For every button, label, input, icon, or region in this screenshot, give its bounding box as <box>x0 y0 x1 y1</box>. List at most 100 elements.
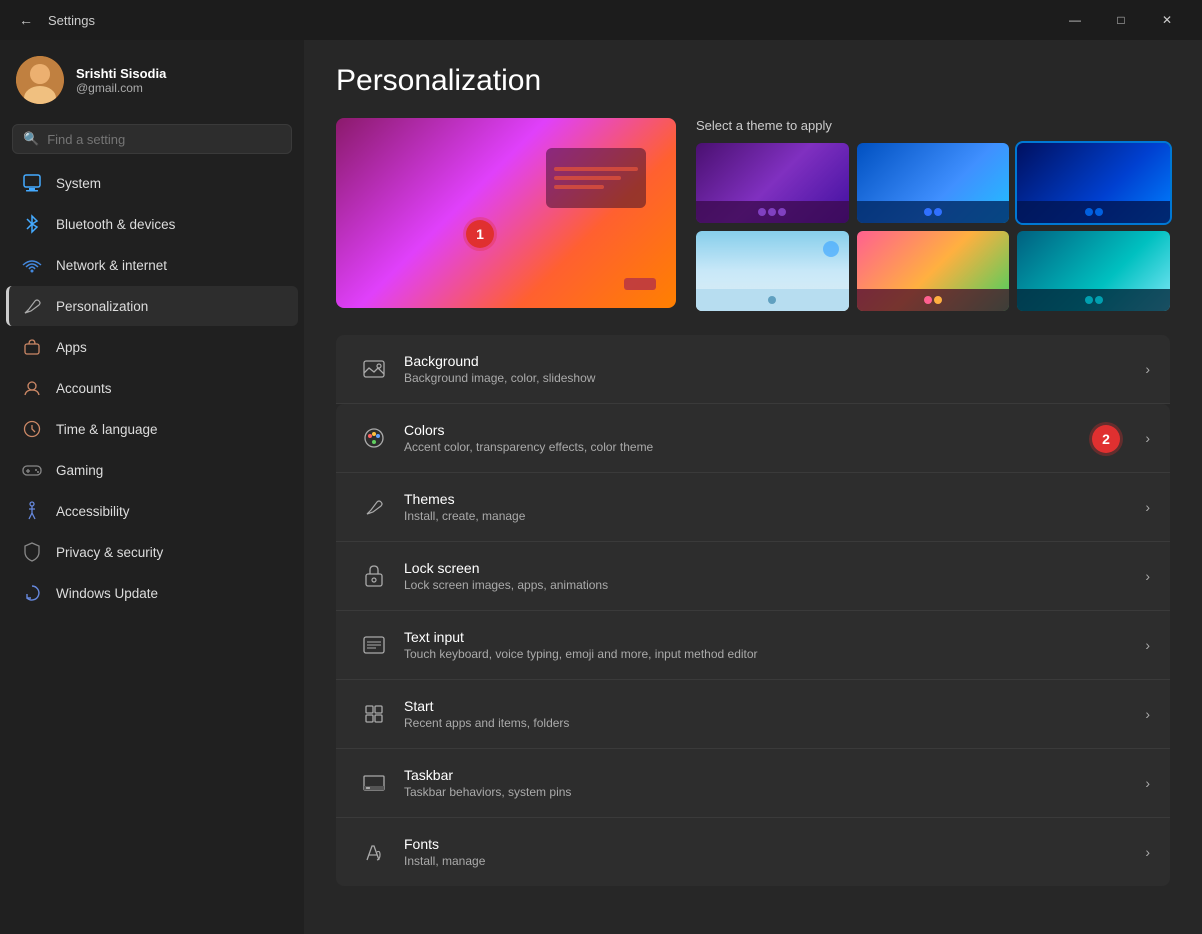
sidebar-item-label-time: Time & language <box>56 422 158 437</box>
text-input-text: Text input Touch keyboard, voice typing,… <box>404 629 1145 661</box>
sidebar-item-label-privacy: Privacy & security <box>56 545 163 560</box>
sidebar-item-personalization[interactable]: Personalization <box>6 286 298 326</box>
themes-title: Themes <box>404 491 1145 507</box>
theme-thumb-5[interactable] <box>857 231 1010 311</box>
theme-grid <box>696 143 1170 311</box>
time-icon <box>22 419 42 439</box>
theme-thumb-6[interactable] <box>1017 231 1170 311</box>
sidebar-item-accounts[interactable]: Accounts <box>6 368 298 408</box>
sidebar-item-label-network: Network & internet <box>56 258 167 273</box>
start-text: Start Recent apps and items, folders <box>404 698 1145 730</box>
background-text: Background Background image, color, slid… <box>404 353 1145 385</box>
sidebar-item-bluetooth[interactable]: Bluetooth & devices <box>6 204 298 244</box>
text-input-title: Text input <box>404 629 1145 645</box>
content-area: Personalization 1 Sele <box>304 40 1202 934</box>
start-icon <box>356 696 392 732</box>
sidebar-item-label-windows-update: Windows Update <box>56 586 158 601</box>
annotation-1: 1 <box>466 220 494 248</box>
sidebar-item-accessibility[interactable]: Accessibility <box>6 491 298 531</box>
colors-title: Colors <box>404 422 1145 438</box>
sidebar-item-system[interactable]: System <box>6 163 298 203</box>
window-controls: — □ ✕ <box>1052 4 1190 36</box>
personalization-icon <box>22 296 42 316</box>
sidebar-item-windows-update[interactable]: Windows Update <box>6 573 298 613</box>
accessibility-icon <box>22 501 42 521</box>
sidebar-item-gaming[interactable]: Gaming <box>6 450 298 490</box>
sidebar-item-apps[interactable]: Apps <box>6 327 298 367</box>
sidebar: Srishti Sisodia @gmail.com 🔍 System <box>0 40 304 934</box>
lock-screen-title: Lock screen <box>404 560 1145 576</box>
lock-screen-icon <box>356 558 392 594</box>
apps-icon <box>22 337 42 357</box>
settings-item-text-input[interactable]: Text input Touch keyboard, voice typing,… <box>336 611 1170 680</box>
system-icon <box>22 173 42 193</box>
lock-screen-desc: Lock screen images, apps, animations <box>404 578 1145 592</box>
start-chevron: › <box>1145 706 1150 722</box>
sidebar-item-time[interactable]: Time & language <box>6 409 298 449</box>
privacy-icon <box>22 542 42 562</box>
colors-text: Colors Accent color, transparency effect… <box>404 422 1145 454</box>
sidebar-item-label-apps: Apps <box>56 340 87 355</box>
user-section[interactable]: Srishti Sisodia @gmail.com <box>0 40 304 120</box>
theme-section: 1 Select a theme to apply <box>336 118 1170 311</box>
fonts-title: Fonts <box>404 836 1145 852</box>
text-input-chevron: › <box>1145 637 1150 653</box>
app-title: Settings <box>48 13 95 28</box>
annotation-1-area: 1 <box>466 220 494 248</box>
colors-row-wrapper: Colors Accent color, transparency effect… <box>336 404 1170 473</box>
search-input[interactable] <box>47 132 281 147</box>
theme-preview: 1 <box>336 118 676 308</box>
back-button[interactable]: ← <box>12 6 40 34</box>
theme-grid-label: Select a theme to apply <box>696 118 1170 133</box>
maximize-button[interactable]: □ <box>1098 4 1144 36</box>
titlebar: ← Settings — □ ✕ <box>0 0 1202 40</box>
theme-thumb-4[interactable] <box>696 231 849 311</box>
fonts-desc: Install, manage <box>404 854 1145 868</box>
sidebar-item-label-system: System <box>56 176 101 191</box>
colors-desc: Accent color, transparency effects, colo… <box>404 440 1145 454</box>
main-layout: Srishti Sisodia @gmail.com 🔍 System <box>0 40 1202 934</box>
fonts-chevron: › <box>1145 844 1150 860</box>
background-icon <box>356 351 392 387</box>
lock-screen-chevron: › <box>1145 568 1150 584</box>
taskbar-icon <box>356 765 392 801</box>
settings-item-taskbar[interactable]: Taskbar Taskbar behaviors, system pins › <box>336 749 1170 818</box>
user-info: Srishti Sisodia @gmail.com <box>76 66 166 95</box>
close-button[interactable]: ✕ <box>1144 4 1190 36</box>
search-box[interactable]: 🔍 <box>12 124 292 154</box>
text-input-icon <box>356 627 392 663</box>
theme-thumb-2[interactable] <box>857 143 1010 223</box>
taskbar-chevron: › <box>1145 775 1150 791</box>
theme-thumb-3[interactable] <box>1017 143 1170 223</box>
gaming-icon <box>22 460 42 480</box>
avatar <box>16 56 64 104</box>
user-email: @gmail.com <box>76 81 166 95</box>
sidebar-item-label-bluetooth: Bluetooth & devices <box>56 217 175 232</box>
taskbar-text: Taskbar Taskbar behaviors, system pins <box>404 767 1145 799</box>
sidebar-item-network[interactable]: Network & internet <box>6 245 298 285</box>
colors-chevron: › <box>1145 430 1150 446</box>
settings-item-fonts[interactable]: Fonts Install, manage › <box>336 818 1170 886</box>
settings-item-start[interactable]: Start Recent apps and items, folders › <box>336 680 1170 749</box>
themes-icon <box>356 489 392 525</box>
fonts-text: Fonts Install, manage <box>404 836 1145 868</box>
sidebar-item-label-accounts: Accounts <box>56 381 112 396</box>
text-input-desc: Touch keyboard, voice typing, emoji and … <box>404 647 1145 661</box>
sidebar-item-privacy[interactable]: Privacy & security <box>6 532 298 572</box>
settings-item-themes[interactable]: Themes Install, create, manage › <box>336 473 1170 542</box>
settings-item-lock-screen[interactable]: Lock screen Lock screen images, apps, an… <box>336 542 1170 611</box>
annotation-2: 2 <box>1092 425 1120 453</box>
background-title: Background <box>404 353 1145 369</box>
background-desc: Background image, color, slideshow <box>404 371 1145 385</box>
theme-thumb-1[interactable] <box>696 143 849 223</box>
colors-icon <box>356 420 392 456</box>
settings-item-background[interactable]: Background Background image, color, slid… <box>336 335 1170 404</box>
settings-item-colors[interactable]: Colors Accent color, transparency effect… <box>336 404 1170 473</box>
sidebar-item-label-accessibility: Accessibility <box>56 504 130 519</box>
user-name: Srishti Sisodia <box>76 66 166 81</box>
network-icon <box>22 255 42 275</box>
settings-list: Background Background image, color, slid… <box>336 335 1170 886</box>
themes-text: Themes Install, create, manage <box>404 491 1145 523</box>
search-icon: 🔍 <box>23 131 39 147</box>
minimize-button[interactable]: — <box>1052 4 1098 36</box>
